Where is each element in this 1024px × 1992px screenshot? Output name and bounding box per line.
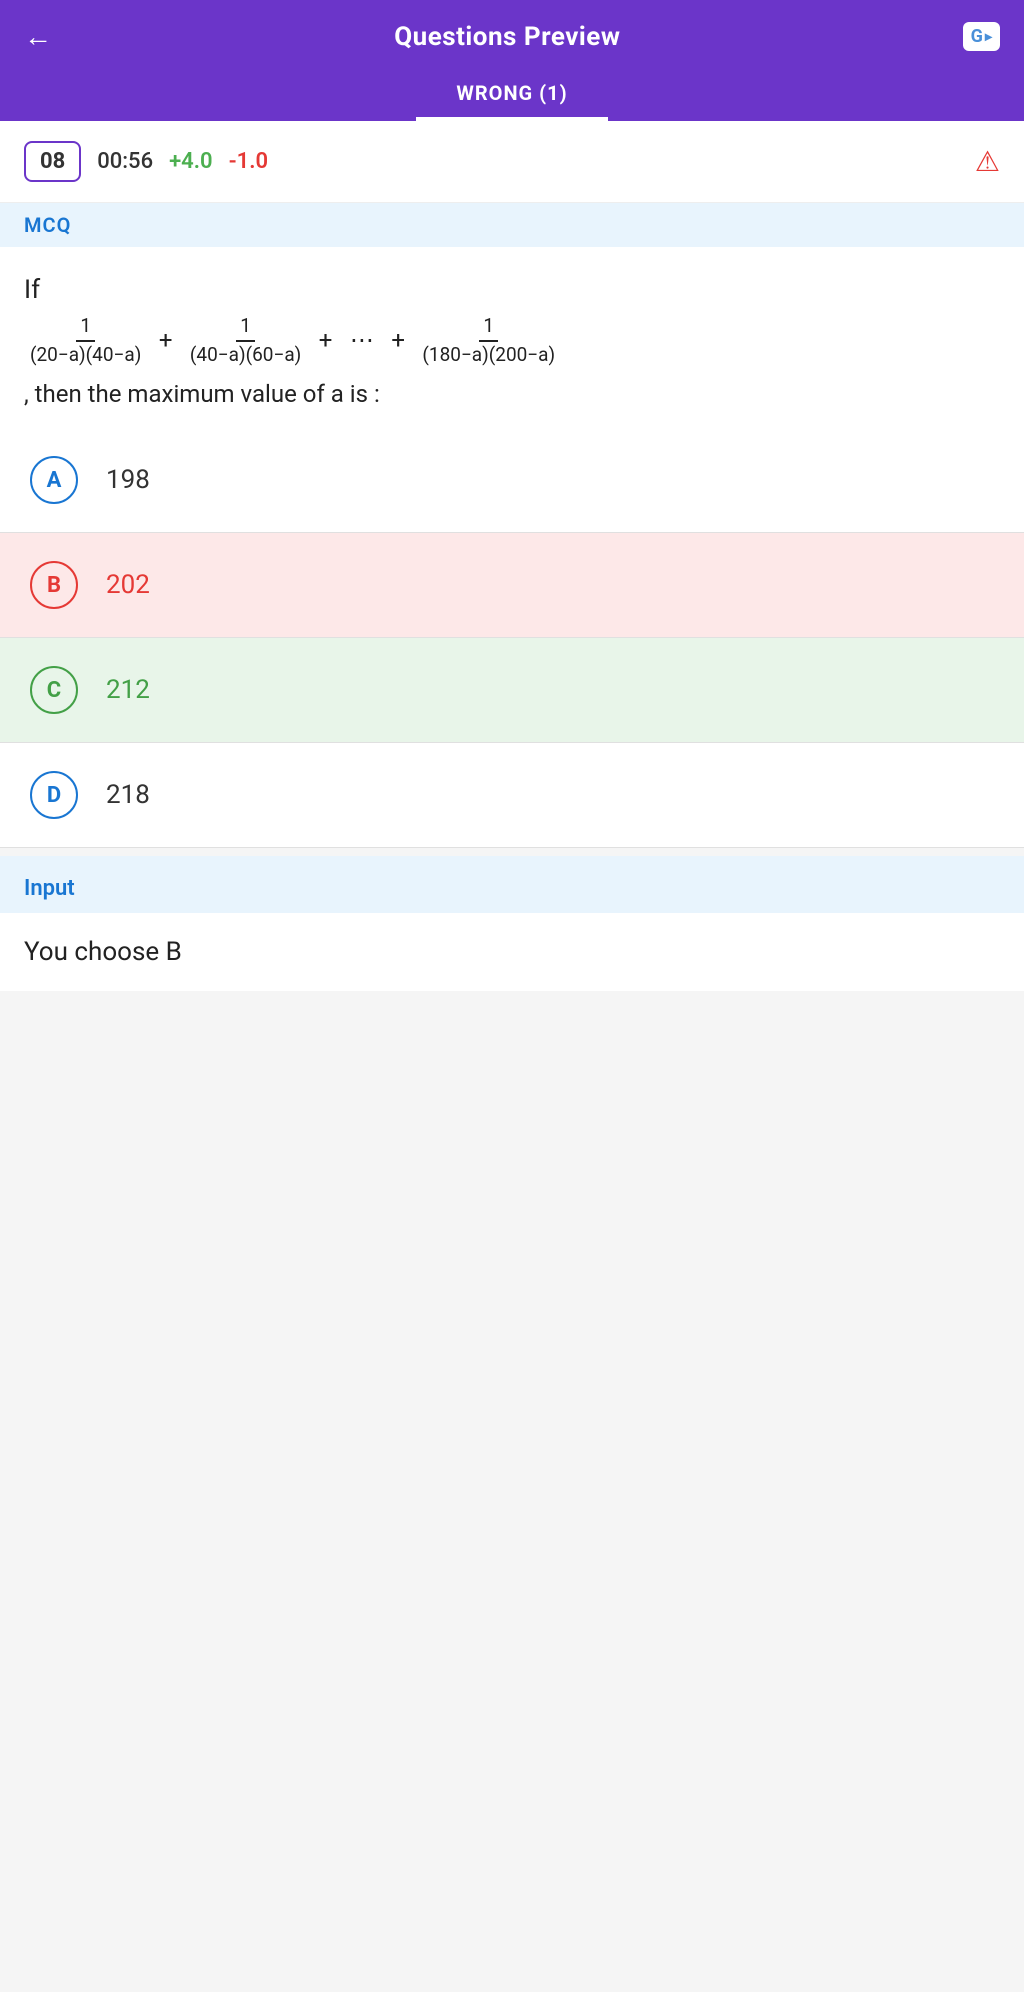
question-body: If 1 (20−a)(40−a) + 1 (40−a)(60−a) + ⋯ +… — [0, 247, 1024, 428]
option-value-d: 218 — [106, 780, 150, 810]
timing-time: 00:56 — [97, 149, 153, 174]
meta-left: 08 00:56 +4.0 -1.0 — [24, 141, 268, 182]
header-top: ← Questions Preview G ▸ — [0, 0, 1024, 69]
translate-icon-arrow: ▸ — [985, 29, 992, 45]
fraction-2: 1 (40−a)(60−a) — [186, 313, 305, 368]
question-intro: If — [24, 275, 1000, 305]
option-circle-c: C — [30, 666, 78, 714]
question-suffix: , then the maximum value of a is : — [24, 380, 1000, 408]
mcq-label-bar: MCQ — [0, 203, 1024, 247]
option-value-a: 198 — [106, 465, 150, 495]
option-row-d[interactable]: D 218 — [0, 743, 1024, 848]
fraction-1: 1 (20−a)(40−a) — [26, 313, 145, 368]
math-expression: 1 (20−a)(40−a) + 1 (40−a)(60−a) + ⋯ + 1 … — [24, 313, 1000, 372]
page-title: Questions Preview — [394, 22, 620, 52]
option-circle-d: D — [30, 771, 78, 819]
option-value-c: 212 — [106, 675, 150, 705]
user-answer: You choose B — [0, 913, 1024, 991]
question-meta-row: 08 00:56 +4.0 -1.0 ⚠ — [0, 121, 1024, 203]
input-section: Input — [0, 856, 1024, 913]
timing-negative: -1.0 — [229, 149, 268, 174]
fraction-last: 1 (180−a)(200−a) — [418, 313, 559, 368]
translate-icon: G — [971, 26, 983, 47]
option-row-c[interactable]: C 212 — [0, 638, 1024, 743]
question-number-badge: 08 — [24, 141, 81, 182]
warning-icon: ⚠ — [975, 145, 1000, 178]
option-row-b[interactable]: B 202 — [0, 533, 1024, 638]
back-button[interactable]: ← — [24, 20, 52, 53]
options-container: A 198 B 202 C 212 D 218 — [0, 428, 1024, 848]
option-circle-a: A — [30, 456, 78, 504]
option-circle-b: B — [30, 561, 78, 609]
tab-bar: WRONG (1) — [0, 69, 1024, 121]
tab-wrong[interactable]: WRONG (1) — [416, 69, 607, 121]
question-card: 08 00:56 +4.0 -1.0 ⚠ MCQ If 1 (20−a)(40−… — [0, 121, 1024, 428]
question-timing: 00:56 +4.0 -1.0 — [97, 149, 268, 174]
translate-button[interactable]: G ▸ — [963, 22, 1000, 51]
option-row-a[interactable]: A 198 — [0, 428, 1024, 533]
question-type-label: MCQ — [24, 213, 71, 237]
timing-positive: +4.0 — [169, 149, 212, 174]
option-value-b: 202 — [106, 570, 150, 600]
header: ← Questions Preview G ▸ WRONG (1) — [0, 0, 1024, 121]
input-label: Input — [24, 876, 1000, 901]
